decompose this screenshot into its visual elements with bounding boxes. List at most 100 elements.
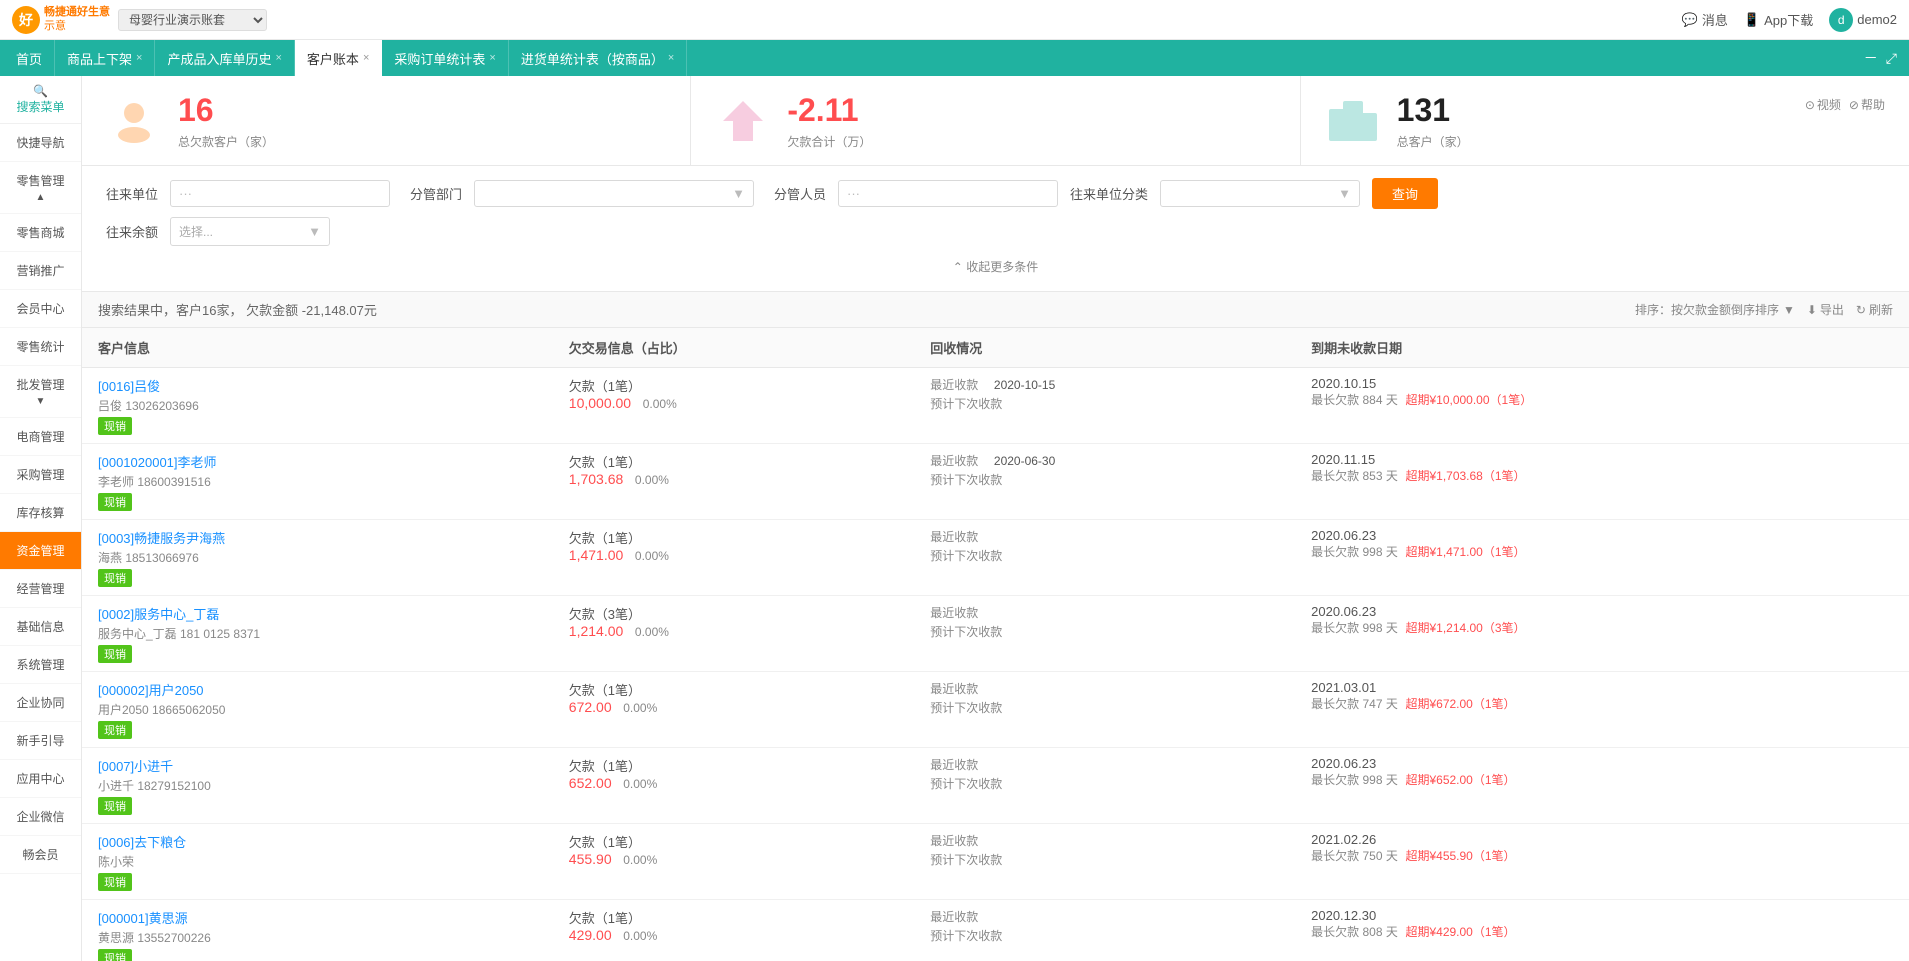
sidebar-item-retail-stats[interactable]: 零售统计: [0, 328, 81, 366]
sidebar-item-app-center[interactable]: 应用中心: [0, 760, 81, 798]
overdue-date-2: 2020.06.23: [1311, 528, 1893, 543]
filter-input-person[interactable]: ···: [838, 180, 1058, 207]
sidebar-item-wholesale-mgmt[interactable]: 批发管理 ▼: [0, 366, 81, 418]
customer-phone-3: 服务中心_丁磊 181 0125 8371: [98, 625, 537, 642]
overdue-link-7[interactable]: 超期¥429.00（1笔）: [1405, 925, 1515, 939]
top-bar-right: 💬 消息 📱 App下载 d demo2: [1682, 8, 1897, 32]
overdue-link-4[interactable]: 超期¥672.00（1笔）: [1405, 697, 1515, 711]
sidebar-item-system[interactable]: 系统管理: [0, 646, 81, 684]
tab-goods-listing[interactable]: 商品上下架 ×: [55, 40, 155, 76]
tab-close-customer-account[interactable]: ×: [363, 52, 369, 64]
results-summary: 搜索结果中，客户16家， 欠款金额 -21,148.07元: [98, 300, 377, 319]
sidebar-item-ecommerce[interactable]: 电商管理: [0, 418, 81, 456]
logo-text: 畅捷通好生意: [44, 6, 110, 19]
customer-name-5[interactable]: [0007]小进千: [98, 756, 537, 775]
customer-name-3[interactable]: [0002]服务中心_丁磊: [98, 604, 537, 623]
debt-ratio-2: 0.00%: [635, 549, 669, 563]
sidebar-item-basic-info[interactable]: 基础信息: [0, 608, 81, 646]
user-avatar-btn[interactable]: d demo2: [1829, 8, 1897, 32]
tab-stock-stats[interactable]: 进货单统计表（按商品） ×: [509, 40, 687, 76]
sidebar-item-members[interactable]: 会员中心: [0, 290, 81, 328]
filter-select-balance[interactable]: 选择... ▼: [170, 217, 330, 246]
sidebar-item-inventory[interactable]: 库存核算: [0, 494, 81, 532]
tab-maximize[interactable]: ⤢: [1886, 50, 1897, 67]
tab-close-goods-listing[interactable]: ×: [136, 52, 142, 64]
table-row: [000001]黄思源 黄思源 13552700226 现销 欠款（1笔） 42…: [82, 900, 1909, 961]
results-actions: 排序：按欠款金额倒序排序 ▼ ⬇ 导出 ↻ 刷新: [1635, 301, 1893, 318]
customer-name-2[interactable]: [0003]畅捷服务尹海燕: [98, 528, 537, 547]
overdue-date-5: 2020.06.23: [1311, 756, 1893, 771]
filter-input-unit[interactable]: ···: [170, 180, 390, 207]
debt-amount-7[interactable]: 429.00: [569, 927, 612, 943]
tab-customer-account[interactable]: 客户账本 ×: [295, 40, 382, 76]
overdue-date-7: 2020.12.30: [1311, 908, 1893, 923]
filter-select-category[interactable]: ▼: [1160, 180, 1360, 207]
sidebar-item-retail-mall[interactable]: 零售商城: [0, 214, 81, 252]
overdue-link-3[interactable]: 超期¥1,214.00（3笔）: [1405, 621, 1525, 635]
overdue-link-2[interactable]: 超期¥1,471.00（1笔）: [1405, 545, 1525, 559]
message-btn[interactable]: 💬 消息: [1682, 10, 1728, 29]
overdue-link-5[interactable]: 超期¥652.00（1笔）: [1405, 773, 1515, 787]
cell-debt-1: 欠款（1笔） 1,703.68 0.00%: [553, 444, 914, 520]
tab-close-product-history[interactable]: ×: [275, 52, 281, 64]
help-btn[interactable]: ⊘ 帮助: [1849, 96, 1885, 113]
customer-name-1[interactable]: [0001020001]李老师: [98, 452, 537, 471]
filter-row-2: 往来余额 选择... ▼: [98, 217, 1893, 246]
stat-icon-debt: [715, 93, 771, 149]
sidebar-item-retail-mgmt[interactable]: 零售管理 ▲: [0, 162, 81, 214]
debt-amount-4[interactable]: 672.00: [569, 699, 612, 715]
sidebar-collapse[interactable]: 示意: [44, 20, 110, 33]
tab-home[interactable]: 首页: [4, 40, 55, 76]
company-selector[interactable]: 母婴行业演示账套: [118, 9, 267, 31]
customer-name-6[interactable]: [0006]去下粮仓: [98, 832, 537, 851]
tab-close-stock-stats[interactable]: ×: [668, 52, 674, 64]
recovery-label-1: 最近收款: [930, 454, 978, 468]
filter-label-unit: 往来单位: [98, 184, 158, 203]
customer-tag-5: 现销: [98, 797, 132, 815]
filter-label-dept: 分管部门: [402, 184, 462, 203]
tab-close-purchase-stats[interactable]: ×: [489, 52, 495, 64]
filter-collapse-btn[interactable]: ⌃ 收起更多条件: [98, 254, 1893, 279]
debt-amount-1[interactable]: 1,703.68: [569, 471, 624, 487]
sidebar-item-enterprise[interactable]: 企业协同: [0, 684, 81, 722]
app-icon: 📱: [1744, 12, 1760, 28]
debt-amount-6[interactable]: 455.90: [569, 851, 612, 867]
recovery-next-4: 预计下次收款: [930, 699, 1279, 716]
sidebar-item-marketing[interactable]: 营销推广: [0, 252, 81, 290]
recovery-label-0: 最近收款: [930, 378, 978, 392]
overdue-days-0: 最长欠款 884 天: [1311, 393, 1398, 407]
overdue-link-1[interactable]: 超期¥1,703.68（1笔）: [1405, 469, 1525, 483]
overdue-link-6[interactable]: 超期¥455.90（1笔）: [1405, 849, 1515, 863]
debt-amount-5[interactable]: 652.00: [569, 775, 612, 791]
sidebar-item-guide[interactable]: 新手引导: [0, 722, 81, 760]
overdue-link-0[interactable]: 超期¥10,000.00（1笔）: [1405, 393, 1532, 407]
tab-purchase-stats[interactable]: 采购订单统计表 ×: [382, 40, 508, 76]
cell-overdue-6: 2021.02.26 最长欠款 750 天 超期¥455.90（1笔）: [1295, 824, 1909, 900]
sidebar-item-purchase[interactable]: 采购管理: [0, 456, 81, 494]
sidebar-item-wechat[interactable]: 企业微信: [0, 798, 81, 836]
sidebar-item-operations[interactable]: 经营管理: [0, 570, 81, 608]
customer-name-4[interactable]: [000002]用户2050: [98, 680, 537, 699]
stat-card-total: 131 总客户（家） ⊙ 视频 ⊘ 帮助: [1301, 76, 1909, 165]
sidebar-search[interactable]: 🔍 搜索菜单: [0, 76, 81, 124]
refresh-button[interactable]: ↻ 刷新: [1856, 301, 1893, 318]
tab-minimize[interactable]: －: [1864, 48, 1878, 68]
customer-name-7[interactable]: [000001]黄思源: [98, 908, 537, 927]
sidebar-item-finance[interactable]: 资金管理: [0, 532, 81, 570]
customer-tag-6: 现销: [98, 873, 132, 891]
cell-debt-0: 欠款（1笔） 10,000.00 0.00%: [553, 368, 914, 444]
sort-selector[interactable]: 排序：按欠款金额倒序排序 ▼: [1635, 301, 1795, 318]
query-button[interactable]: 查询: [1372, 178, 1438, 209]
debt-amount-0[interactable]: 10,000.00: [569, 395, 631, 411]
view-btn[interactable]: ⊙ 视频: [1805, 96, 1841, 113]
stat-info-debt: -2.11 欠款合计（万）: [787, 92, 871, 150]
sidebar-item-member[interactable]: 畅会员: [0, 836, 81, 874]
debt-amount-3[interactable]: 1,214.00: [569, 623, 624, 639]
filter-select-dept[interactable]: ▼: [474, 180, 754, 207]
customer-name-0[interactable]: [0016]吕俊: [98, 376, 537, 395]
app-download-btn[interactable]: 📱 App下载: [1744, 10, 1813, 29]
export-button[interactable]: ⬇ 导出: [1807, 301, 1844, 318]
message-icon: 💬: [1682, 12, 1698, 28]
debt-amount-2[interactable]: 1,471.00: [569, 547, 624, 563]
tab-product-history[interactable]: 产成品入库单历史 ×: [155, 40, 294, 76]
